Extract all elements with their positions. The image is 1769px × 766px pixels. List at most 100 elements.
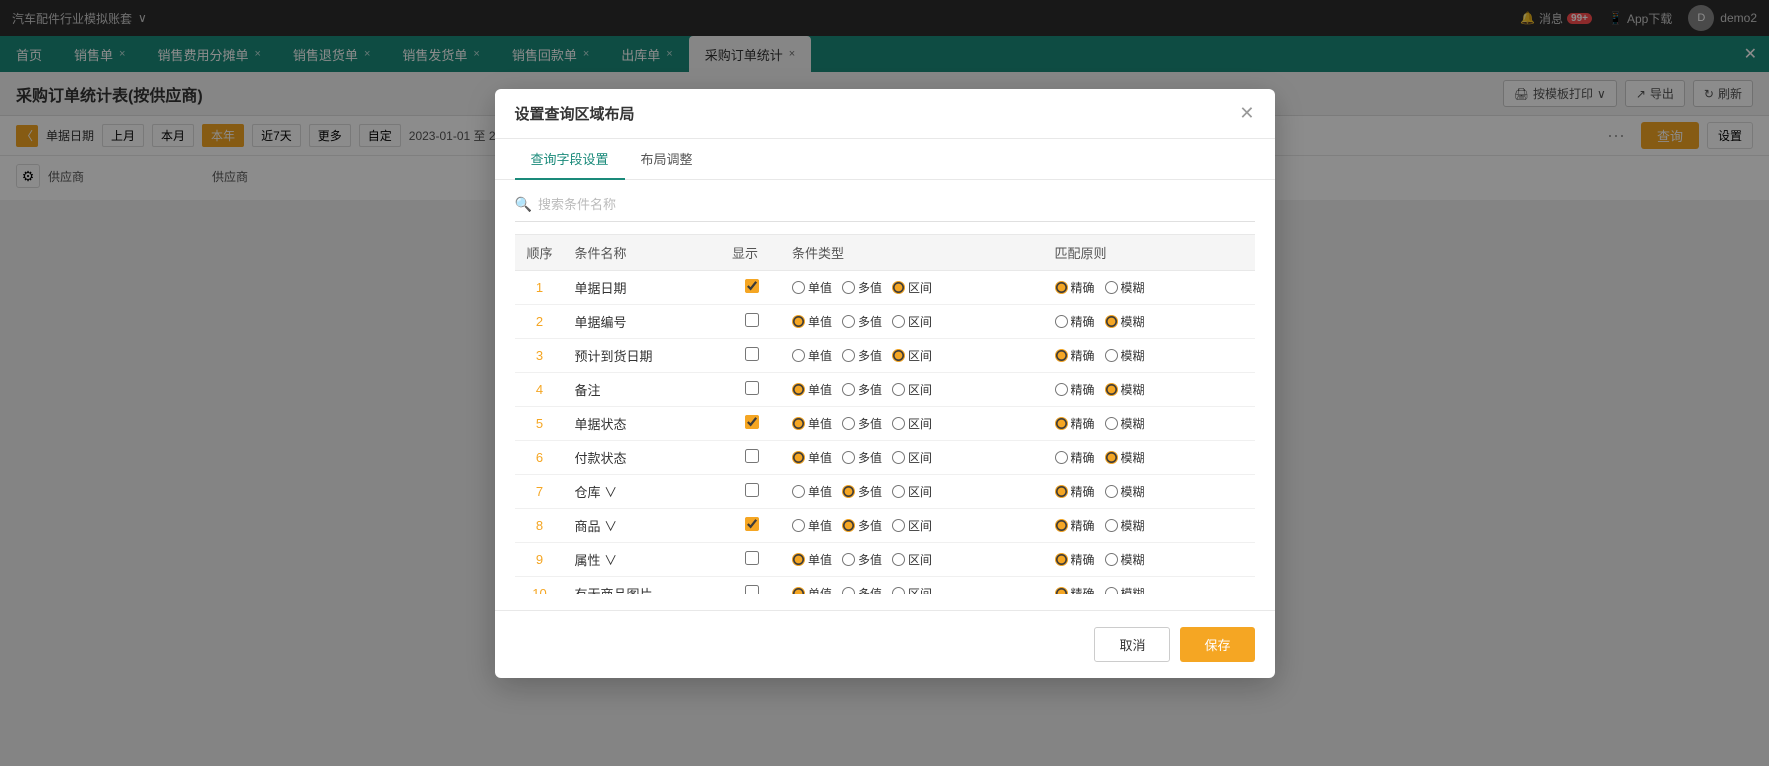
- match-radio-模糊[interactable]: 模糊: [1105, 347, 1145, 364]
- display-checkbox[interactable]: [745, 449, 759, 463]
- display-checkbox[interactable]: [745, 415, 759, 429]
- cell-display[interactable]: [722, 304, 782, 338]
- match-radio-模糊[interactable]: 模糊: [1105, 585, 1145, 594]
- cell-name: 仓库 ∨: [565, 474, 723, 508]
- cell-display[interactable]: [722, 440, 782, 474]
- cell-name: 单据状态: [565, 406, 723, 440]
- match-radio-精确[interactable]: 精确: [1055, 483, 1095, 500]
- type-radio-区间[interactable]: 区间: [892, 483, 932, 500]
- save-button[interactable]: 保存: [1180, 627, 1254, 662]
- match-radio-模糊[interactable]: 模糊: [1105, 449, 1145, 466]
- type-radio-区间[interactable]: 区间: [892, 415, 932, 432]
- match-radio-精确[interactable]: 精确: [1055, 415, 1095, 432]
- cell-display[interactable]: [722, 542, 782, 576]
- type-radio-多值[interactable]: 多值: [842, 483, 882, 500]
- display-checkbox[interactable]: [745, 279, 759, 293]
- match-radio-精确[interactable]: 精确: [1055, 313, 1095, 330]
- table-row: 5单据状态 单值多值区间 精确模糊: [515, 406, 1255, 440]
- match-radio-精确[interactable]: 精确: [1055, 585, 1095, 594]
- conditions-table: 顺序 条件名称 显示 条件类型 匹配原则 1单据日期单值多值区间精确模糊2单据编…: [515, 234, 1255, 594]
- display-checkbox[interactable]: [745, 313, 759, 327]
- th-name: 条件名称: [565, 234, 723, 270]
- match-radio-模糊[interactable]: 模糊: [1105, 415, 1145, 432]
- type-radio-区间[interactable]: 区间: [892, 551, 932, 568]
- type-radio-单值[interactable]: 单值: [792, 449, 832, 466]
- type-radio-多值[interactable]: 多值: [842, 517, 882, 534]
- type-radio-单值[interactable]: 单值: [792, 313, 832, 330]
- match-radio-精确[interactable]: 精确: [1055, 449, 1095, 466]
- cell-order: 6: [515, 440, 565, 474]
- cell-display[interactable]: [722, 270, 782, 304]
- type-radio-单值[interactable]: 单值: [792, 551, 832, 568]
- cell-type: 单值多值区间: [782, 474, 1045, 508]
- cell-display[interactable]: [722, 338, 782, 372]
- cell-match: 精确模糊: [1045, 304, 1255, 338]
- type-radio-单值[interactable]: 单值: [792, 585, 832, 594]
- type-radio-多值[interactable]: 多值: [842, 313, 882, 330]
- table-row: 6付款状态 单值多值区间 精确模糊: [515, 440, 1255, 474]
- match-radio-精确[interactable]: 精确: [1055, 381, 1095, 398]
- cell-display[interactable]: [722, 474, 782, 508]
- type-radio-多值[interactable]: 多值: [842, 551, 882, 568]
- type-radio-多值[interactable]: 多值: [842, 347, 882, 364]
- display-checkbox[interactable]: [745, 585, 759, 594]
- type-radio-单值[interactable]: 单值: [792, 483, 832, 500]
- cell-type: 单值多值区间: [782, 542, 1045, 576]
- type-radio-单值[interactable]: 单值: [792, 347, 832, 364]
- type-radio-group: 单值多值区间: [792, 415, 1035, 432]
- cell-name: 属性 ∨: [565, 542, 723, 576]
- type-radio-区间[interactable]: 区间: [892, 347, 932, 364]
- cell-display[interactable]: [722, 576, 782, 594]
- match-radio-模糊[interactable]: 模糊: [1105, 381, 1145, 398]
- cell-name: 付款状态: [565, 440, 723, 474]
- cancel-button[interactable]: 取消: [1094, 627, 1170, 662]
- type-radio-group: 单值多值区间: [792, 347, 1035, 364]
- cell-display[interactable]: [722, 372, 782, 406]
- modal-footer: 取消 保存: [495, 610, 1275, 678]
- search-input[interactable]: [538, 197, 738, 212]
- modal-close-button[interactable]: ✕: [1239, 104, 1254, 122]
- type-radio-单值[interactable]: 单值: [792, 279, 832, 296]
- match-radio-模糊[interactable]: 模糊: [1105, 313, 1145, 330]
- display-checkbox[interactable]: [745, 551, 759, 565]
- type-radio-区间[interactable]: 区间: [892, 381, 932, 398]
- type-radio-区间[interactable]: 区间: [892, 279, 932, 296]
- type-radio-单值[interactable]: 单值: [792, 517, 832, 534]
- display-checkbox[interactable]: [745, 347, 759, 361]
- match-radio-精确[interactable]: 精确: [1055, 347, 1095, 364]
- type-radio-多值[interactable]: 多值: [842, 279, 882, 296]
- type-radio-区间[interactable]: 区间: [892, 517, 932, 534]
- match-radio-精确[interactable]: 精确: [1055, 517, 1095, 534]
- match-radio-模糊[interactable]: 模糊: [1105, 483, 1145, 500]
- match-radio-group: 精确模糊: [1055, 279, 1245, 296]
- modal-tab-query-fields[interactable]: 查询字段设置: [515, 139, 625, 180]
- type-radio-多值[interactable]: 多值: [842, 381, 882, 398]
- cell-order: 2: [515, 304, 565, 338]
- cell-display[interactable]: [722, 406, 782, 440]
- display-checkbox[interactable]: [745, 517, 759, 531]
- type-radio-多值[interactable]: 多值: [842, 585, 882, 594]
- conditions-table-scroll[interactable]: 顺序 条件名称 显示 条件类型 匹配原则 1单据日期单值多值区间精确模糊2单据编…: [515, 234, 1255, 594]
- match-radio-精确[interactable]: 精确: [1055, 279, 1095, 296]
- match-radio-模糊[interactable]: 模糊: [1105, 517, 1145, 534]
- match-radio-group: 精确模糊: [1055, 551, 1245, 568]
- type-radio-区间[interactable]: 区间: [892, 585, 932, 594]
- display-checkbox[interactable]: [745, 381, 759, 395]
- modal-tabs: 查询字段设置 布局调整: [495, 139, 1275, 180]
- modal-tab-layout[interactable]: 布局调整: [625, 139, 709, 180]
- display-checkbox[interactable]: [745, 483, 759, 497]
- cell-order: 5: [515, 406, 565, 440]
- type-radio-多值[interactable]: 多值: [842, 415, 882, 432]
- cell-order: 4: [515, 372, 565, 406]
- type-radio-多值[interactable]: 多值: [842, 449, 882, 466]
- type-radio-单值[interactable]: 单值: [792, 415, 832, 432]
- type-radio-区间[interactable]: 区间: [892, 449, 932, 466]
- type-radio-单值[interactable]: 单值: [792, 381, 832, 398]
- match-radio-精确[interactable]: 精确: [1055, 551, 1095, 568]
- cell-display[interactable]: [722, 508, 782, 542]
- match-radio-group: 精确 模糊: [1055, 585, 1245, 594]
- match-radio-group: 精确模糊: [1055, 313, 1245, 330]
- match-radio-模糊[interactable]: 模糊: [1105, 551, 1145, 568]
- match-radio-模糊[interactable]: 模糊: [1105, 279, 1145, 296]
- type-radio-区间[interactable]: 区间: [892, 313, 932, 330]
